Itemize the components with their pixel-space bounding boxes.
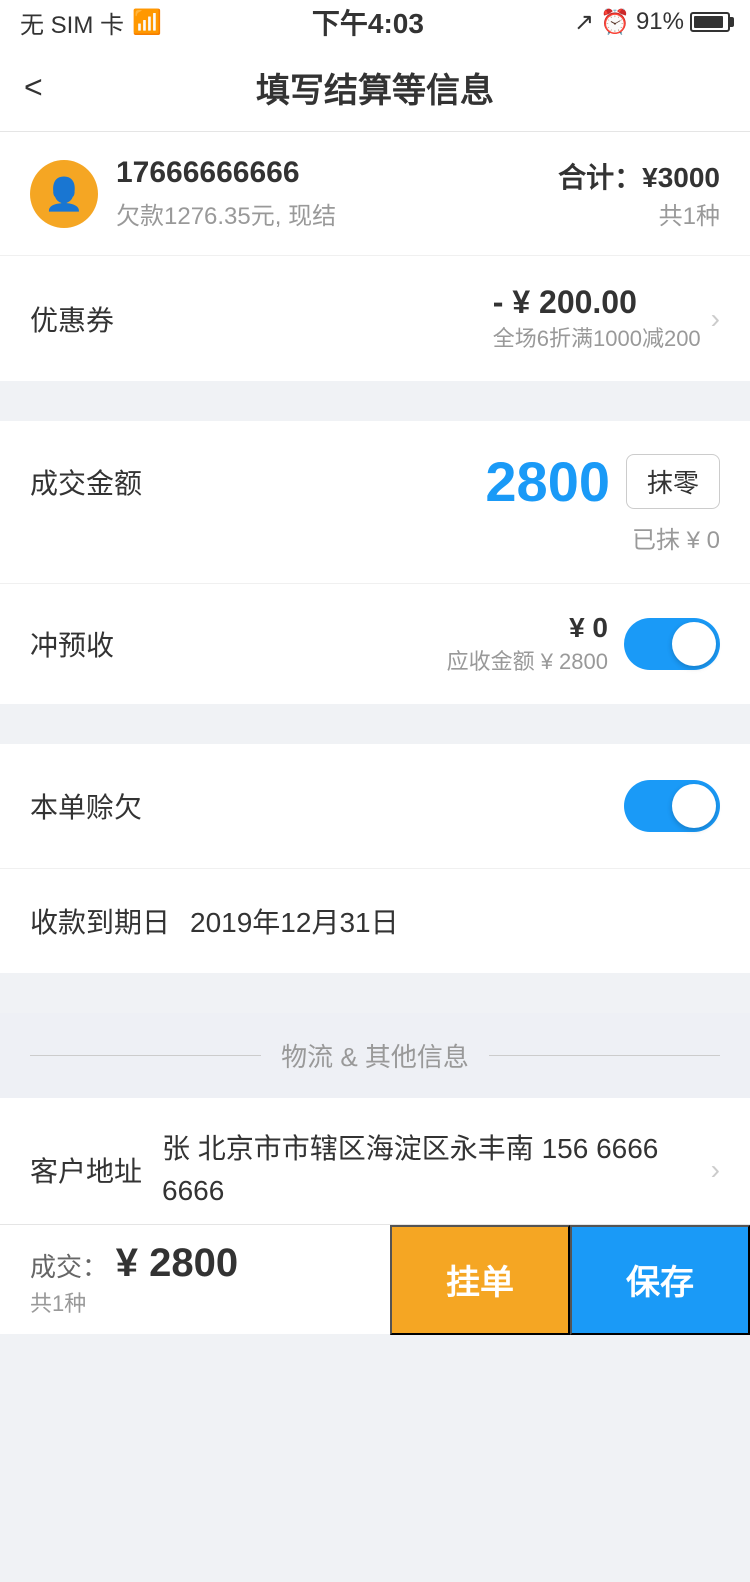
coupon-label: 优惠券 [30, 299, 114, 339]
user-right: 合计：¥3000 共1种 [558, 156, 720, 231]
status-bar: 无 SIM 卡 📶 下午4:03 ↗ ⏰ 91% [0, 0, 750, 44]
status-left: 无 SIM 卡 📶 [20, 5, 162, 40]
divider-2 [0, 724, 750, 744]
amount-value: 2800 [485, 449, 610, 514]
toggle-knob [672, 622, 716, 666]
avatar-icon: 👤 [44, 175, 84, 213]
bottom-deal-label: 成交： [30, 1252, 108, 1282]
amount-card: 成交金额 2800 抹零 已抹 ¥ 0 冲预收 ¥ 0 应收金额 ¥ 2800 [0, 421, 750, 704]
amount-sub: 已抹 ¥ 0 [30, 520, 720, 555]
save-button[interactable]: 保存 [570, 1225, 750, 1335]
precollect-sub: 应收金额 ¥ 2800 [447, 644, 608, 676]
content: 👤 17666666666 欠款1276.35元, 现结 合计：¥3000 共1… [0, 132, 750, 1582]
pending-button[interactable]: 挂单 [390, 1225, 570, 1335]
address-value: 张 北京市市辖区海淀区永丰南 156 6666 6666 [162, 1128, 711, 1212]
user-phone: 17666666666 [116, 156, 336, 190]
address-chevron-icon: › [711, 1154, 720, 1186]
debit-label: 本单赊欠 [30, 786, 142, 826]
address-row[interactable]: 客户地址 张 北京市市辖区海淀区永丰南 156 6666 6666 › [0, 1098, 750, 1242]
precollect-right: ¥ 0 应收金额 ¥ 2800 [447, 612, 720, 676]
section-header-text: 物流 & 其他信息 [281, 1037, 469, 1074]
section-header: 物流 & 其他信息 [0, 1013, 750, 1098]
coupon-info: - ¥ 200.00 全场6折满1000减200 [493, 284, 701, 353]
amount-section: 成交金额 2800 抹零 已抹 ¥ 0 [0, 421, 750, 583]
battery-percent: 91% [636, 8, 684, 36]
bottom-summary: 成交： ¥ 2800 共1种 [0, 1241, 390, 1318]
battery-icon [690, 12, 730, 32]
location-icon: ↗ [574, 8, 594, 37]
carrier-label: 无 SIM 卡 [20, 5, 124, 40]
debit-toggle[interactable] [624, 780, 720, 832]
address-label: 客户地址 [30, 1150, 142, 1190]
precollect-amount: ¥ 0 应收金额 ¥ 2800 [447, 612, 608, 676]
amount-row: 成交金额 2800 抹零 [30, 449, 720, 514]
status-right: ↗ ⏰ 91% [574, 8, 730, 37]
round-button[interactable]: 抹零 [626, 454, 720, 509]
user-row: 👤 17666666666 欠款1276.35元, 现结 合计：¥3000 共1… [0, 132, 750, 255]
bottom-amount: ¥ 2800 [116, 1241, 238, 1285]
header-line-right [489, 1055, 720, 1056]
chevron-right-icon: › [711, 303, 720, 335]
coupon-right: - ¥ 200.00 全场6折满1000减200 › [493, 284, 720, 353]
coupon-desc: 全场6折满1000减200 [493, 321, 701, 353]
bottom-bar: 成交： ¥ 2800 共1种 挂单 保存 [0, 1224, 750, 1334]
status-time: 下午4:03 [312, 2, 424, 42]
header-line-left [30, 1055, 261, 1056]
address-card: 客户地址 张 北京市市辖区海淀区永丰南 156 6666 6666 › [0, 1098, 750, 1242]
duedate-label: 收款到期日 [30, 901, 170, 941]
duedate-row: 收款到期日 2019年12月31日 [0, 868, 750, 973]
coupon-discount: - ¥ 200.00 [493, 284, 701, 321]
debit-row: 本单赊欠 [0, 744, 750, 868]
wifi-icon: 📶 [132, 8, 162, 37]
avatar: 👤 [30, 160, 98, 228]
user-left: 👤 17666666666 欠款1276.35元, 现结 [30, 156, 336, 231]
user-info: 17666666666 欠款1276.35元, 现结 [116, 156, 336, 231]
alarm-icon: ⏰ [600, 8, 630, 37]
page-title: 填写结算等信息 [256, 63, 494, 112]
debit-toggle-knob [672, 784, 716, 828]
amount-label: 成交金额 [30, 462, 142, 502]
nav-bar: < 填写结算等信息 [0, 44, 750, 132]
user-info-card: 👤 17666666666 欠款1276.35元, 现结 合计：¥3000 共1… [0, 132, 750, 381]
back-button[interactable]: < [24, 69, 43, 106]
bottom-count: 共1种 [30, 1286, 360, 1318]
precollect-row: 冲预收 ¥ 0 应收金额 ¥ 2800 [0, 583, 750, 704]
battery-fill [694, 16, 723, 28]
precollect-label: 冲预收 [30, 624, 114, 664]
coupon-row[interactable]: 优惠券 - ¥ 200.00 全场6折满1000减200 › [0, 255, 750, 381]
divider-1 [0, 401, 750, 421]
user-sub-text: 欠款1276.35元, 现结 [116, 196, 336, 231]
debit-card: 本单赊欠 收款到期日 2019年12月31日 [0, 744, 750, 973]
divider-3 [0, 993, 750, 1013]
bottom-deal-row: 成交： ¥ 2800 [30, 1241, 360, 1286]
total-amount: 合计：¥3000 [558, 156, 720, 196]
duedate-value: 2019年12月31日 [190, 901, 399, 941]
precollect-toggle[interactable] [624, 618, 720, 670]
precollect-value: ¥ 0 [447, 612, 608, 644]
total-count: 共1种 [558, 196, 720, 231]
amount-right: 2800 抹零 [485, 449, 720, 514]
